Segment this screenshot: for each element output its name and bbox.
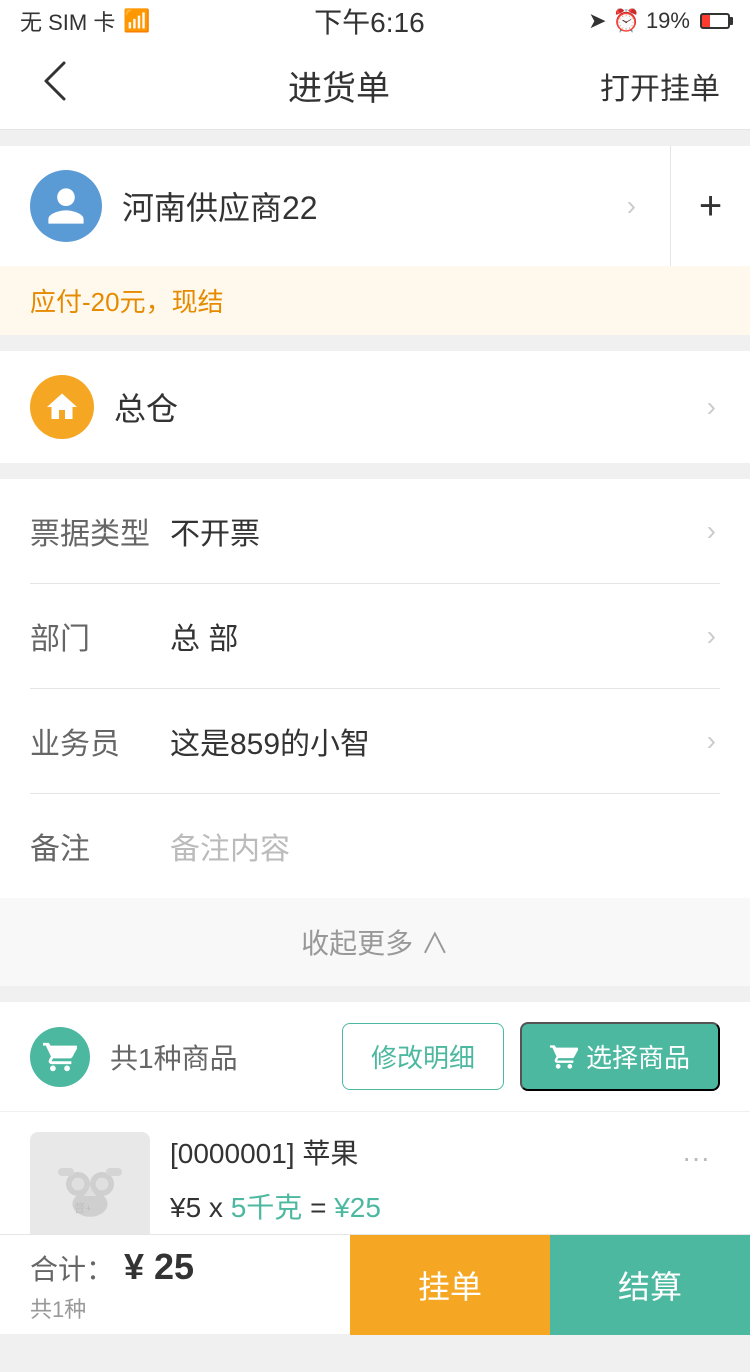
page-title: 进货单 [288, 61, 390, 110]
payment-notice: 应付-20元，现结 [0, 266, 750, 335]
product-info: [0000001] 苹果 ¥5 x 5千克 = ¥25 [170, 1132, 672, 1226]
product-name: [0000001] 苹果 [170, 1132, 672, 1172]
add-icon: + [699, 184, 722, 229]
status-bar-right: ➤ ⏰ 19% [588, 8, 730, 34]
sim-status: 无 SIM 卡 [20, 5, 115, 37]
supplier-chevron-icon: › [627, 190, 636, 222]
divider-3 [0, 986, 750, 1002]
invoice-type-label: 票据类型 [30, 509, 170, 553]
select-product-icon [550, 1043, 578, 1071]
back-button[interactable] [30, 49, 78, 122]
status-bar-left: 无 SIM 卡 📶 [20, 5, 151, 37]
warehouse-section: 总仓 › [0, 351, 750, 463]
status-bar-time: 下午6:16 [314, 1, 425, 41]
salesperson-value: 这是859的小智 [170, 719, 707, 763]
product-code: [0000001] [170, 1138, 302, 1169]
warehouse-selector[interactable]: 总仓 › [0, 351, 750, 463]
product-more-button[interactable]: ··· [672, 1132, 720, 1184]
warehouse-chevron-icon: › [707, 391, 716, 423]
product-price: ¥5 x 5千克 = ¥25 [170, 1186, 672, 1226]
remarks-value: 备注内容 [170, 824, 720, 868]
product-title: 苹果 [302, 1138, 358, 1169]
supplier-row[interactable]: 河南供应商22 › + [0, 146, 750, 266]
products-section: 共1种商品 修改明细 选择商品 督+ [0, 1002, 750, 1272]
invoice-type-row[interactable]: 票据类型 不开票 › [0, 479, 750, 583]
battery-percent: 19% [646, 8, 690, 34]
total-value: ¥ 25 [124, 1246, 194, 1288]
total-section: 合计： ¥ 25 共1种 [0, 1246, 350, 1324]
department-label: 部门 [30, 614, 170, 658]
products-icon [30, 1027, 90, 1087]
supplier-section: 河南供应商22 › + 应付-20元，现结 [0, 146, 750, 335]
divider-1 [0, 335, 750, 351]
warehouse-icon [30, 375, 94, 439]
total-amount-row: 合计： ¥ 25 [30, 1246, 320, 1288]
equals-sign: = [310, 1192, 334, 1223]
wifi-icon: 📶 [123, 8, 150, 34]
select-product-label: 选择商品 [586, 1038, 690, 1075]
warehouse-name: 总仓 [114, 384, 707, 430]
total-count: 共1种 [30, 1292, 320, 1324]
products-header: 共1种商品 修改明细 选择商品 [0, 1002, 750, 1111]
battery-icon [700, 13, 730, 29]
salesperson-row[interactable]: 业务员 这是859的小智 › [0, 689, 750, 793]
total-label: 合计： [30, 1248, 114, 1288]
salesperson-chevron-icon: › [707, 725, 716, 757]
status-bar: 无 SIM 卡 📶 下午6:16 ➤ ⏰ 19% [0, 0, 750, 42]
add-supplier-button[interactable]: + [670, 146, 750, 266]
product-placeholder-icon: 督+ [50, 1152, 130, 1232]
remarks-row[interactable]: 备注 备注内容 [0, 794, 750, 898]
alarm-icon: ⏰ [613, 8, 640, 34]
invoice-chevron-icon: › [707, 515, 716, 547]
supplier-selector[interactable]: 河南供应商22 › [0, 146, 670, 266]
svg-text:督+: 督+ [74, 1201, 92, 1215]
settle-button[interactable]: 结算 [550, 1235, 750, 1335]
hang-button[interactable]: 挂单 [350, 1235, 550, 1335]
subtotal: ¥25 [334, 1192, 381, 1223]
supplier-avatar [30, 170, 102, 242]
invoice-type-value: 不开票 [170, 509, 707, 553]
modify-detail-button[interactable]: 修改明细 [342, 1023, 504, 1090]
supplier-name: 河南供应商22 [122, 183, 627, 229]
remarks-label: 备注 [30, 824, 170, 868]
unit-price: ¥5 x [170, 1192, 231, 1223]
nav-bar: 进货单 打开挂单 [0, 42, 750, 130]
department-chevron-icon: › [707, 620, 716, 652]
quantity: 5千克 [231, 1192, 303, 1223]
select-product-button[interactable]: 选择商品 [520, 1022, 720, 1091]
bottom-bar: 合计： ¥ 25 共1种 挂单 结算 [0, 1234, 750, 1334]
salesperson-label: 业务员 [30, 719, 170, 763]
department-row[interactable]: 部门 总 部 › [0, 584, 750, 688]
location-icon: ➤ [588, 8, 606, 34]
top-divider [0, 130, 750, 146]
open-pending-button[interactable]: 打开挂单 [600, 64, 720, 108]
divider-2 [0, 463, 750, 479]
products-count: 共1种商品 [110, 1037, 342, 1077]
department-value: 总 部 [170, 614, 707, 658]
form-section: 票据类型 不开票 › 部门 总 部 › 业务员 这是859的小智 › 备注 备注… [0, 479, 750, 898]
collapse-button[interactable]: 收起更多 ∧ [0, 898, 750, 986]
